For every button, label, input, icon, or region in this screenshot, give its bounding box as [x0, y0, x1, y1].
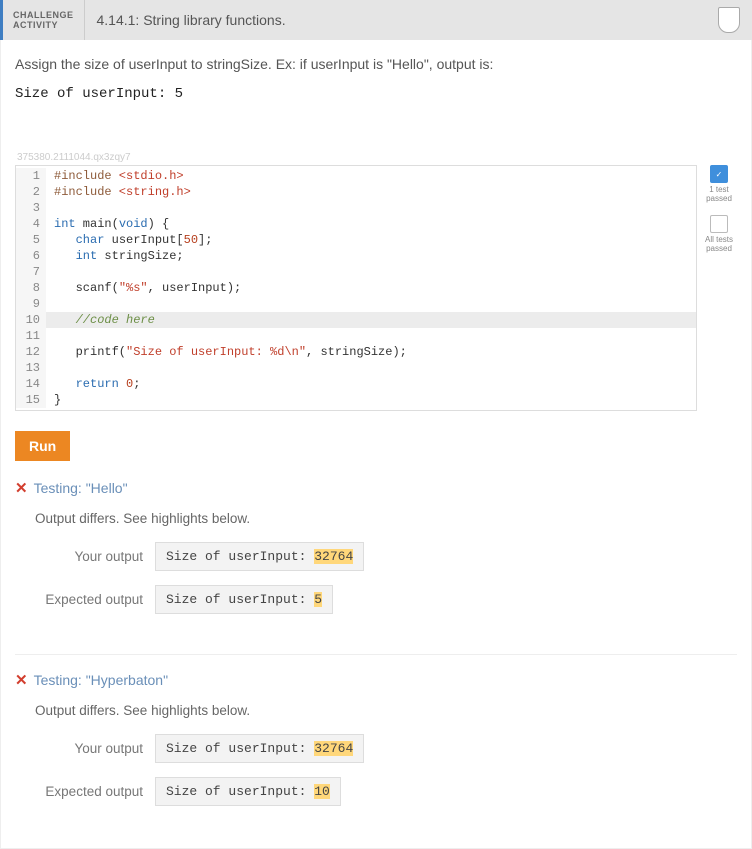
code-line-6[interactable]: int stringSize;: [46, 248, 696, 264]
code-line-15[interactable]: }: [46, 392, 696, 408]
test-result-2: ✕ Testing: "Hyperbaton" Output differs. …: [15, 654, 737, 828]
editor-wrap: 1#include <stdio.h> 2#include <string.h>…: [15, 165, 737, 411]
code-line-9[interactable]: [46, 296, 696, 312]
fail-icon: ✕: [15, 671, 28, 689]
all-tests-passed-label: All tests passed: [701, 235, 737, 253]
code-line-2[interactable]: #include <string.h>: [46, 184, 696, 200]
code-line-14[interactable]: return 0;: [46, 376, 696, 392]
code-line-7[interactable]: [46, 264, 696, 280]
code-line-3[interactable]: [46, 200, 696, 216]
code-line-1[interactable]: #include <stdio.h>: [46, 168, 696, 184]
test-result-2-your-row: Your output Size of userInput: 32764: [35, 734, 737, 763]
gutter-1: 1: [16, 168, 46, 184]
expected-output-label: Expected output: [35, 592, 155, 607]
your-output-highlight: 32764: [314, 549, 353, 564]
code-line-5[interactable]: char userInput[50];: [46, 232, 696, 248]
unchecked-icon: [710, 215, 728, 233]
gutter-11: 11: [16, 328, 46, 344]
challenge-header: CHALLENGE ACTIVITY 4.14.1: String librar…: [0, 0, 752, 40]
fail-icon: ✕: [15, 479, 28, 497]
code-line-8[interactable]: scanf("%s", userInput);: [46, 280, 696, 296]
gutter-6: 6: [16, 248, 46, 264]
test-result-1: ✕ Testing: "Hello" Output differs. See h…: [15, 479, 737, 636]
test-result-1-title: ✕ Testing: "Hello": [15, 479, 737, 497]
gutter-8: 8: [16, 280, 46, 296]
test-status-panel: ✓ 1 test passed All tests passed: [697, 165, 737, 253]
instructions-text: Assign the size of userInput to stringSi…: [15, 56, 737, 72]
code-line-13[interactable]: [46, 360, 696, 376]
expected-output-box: Size of userInput: 10: [155, 777, 341, 806]
header-label-line2: ACTIVITY: [13, 20, 74, 30]
check-icon: ✓: [710, 165, 728, 183]
code-line-4[interactable]: int main(void) {: [46, 216, 696, 232]
run-button[interactable]: Run: [15, 431, 70, 461]
challenge-body: Assign the size of userInput to stringSi…: [0, 40, 752, 849]
expected-output-highlight: 10: [314, 784, 330, 799]
header-label-line1: CHALLENGE: [13, 10, 74, 20]
test-result-2-name: Testing: "Hyperbaton": [34, 672, 168, 688]
test-result-1-name: Testing: "Hello": [34, 480, 128, 496]
your-output-label: Your output: [35, 549, 155, 564]
watermark-id: 375380.2111044.qx3zqy7: [17, 152, 737, 163]
header-title: 4.14.1: String library functions.: [85, 0, 707, 40]
your-output-box: Size of userInput: 32764: [155, 734, 364, 763]
code-line-10[interactable]: //code here: [46, 312, 696, 328]
header-label: CHALLENGE ACTIVITY: [3, 0, 85, 40]
code-line-11[interactable]: [46, 328, 696, 344]
expected-output-box: Size of userInput: 5: [155, 585, 333, 614]
gutter-3: 3: [16, 200, 46, 216]
expected-output-highlight: 5: [314, 592, 322, 607]
code-line-12[interactable]: printf("Size of userInput: %d\n", string…: [46, 344, 696, 360]
test-result-2-title: ✕ Testing: "Hyperbaton": [15, 671, 737, 689]
expected-output-label: Expected output: [35, 784, 155, 799]
gutter-5: 5: [16, 232, 46, 248]
your-output-label: Your output: [35, 741, 155, 756]
gutter-2: 2: [16, 184, 46, 200]
gutter-12: 12: [16, 344, 46, 360]
your-output-box: Size of userInput: 32764: [155, 542, 364, 571]
example-output: Size of userInput: 5: [15, 86, 737, 102]
test-result-1-your-row: Your output Size of userInput: 32764: [35, 542, 737, 571]
test-result-1-diffmsg: Output differs. See highlights below.: [35, 511, 737, 526]
gutter-10: 10: [16, 312, 46, 328]
gutter-7: 7: [16, 264, 46, 280]
test-result-1-exp-row: Expected output Size of userInput: 5: [35, 585, 737, 614]
gutter-9: 9: [16, 296, 46, 312]
one-test-passed-label: 1 test passed: [701, 185, 737, 203]
your-output-highlight: 32764: [314, 741, 353, 756]
gutter-14: 14: [16, 376, 46, 392]
code-editor[interactable]: 1#include <stdio.h> 2#include <string.h>…: [15, 165, 697, 411]
test-result-2-diffmsg: Output differs. See highlights below.: [35, 703, 737, 718]
gutter-4: 4: [16, 216, 46, 232]
gutter-13: 13: [16, 360, 46, 376]
test-result-2-exp-row: Expected output Size of userInput: 10: [35, 777, 737, 806]
header-badge: [706, 0, 752, 40]
gutter-15: 15: [16, 392, 46, 408]
shield-icon: [718, 7, 740, 33]
